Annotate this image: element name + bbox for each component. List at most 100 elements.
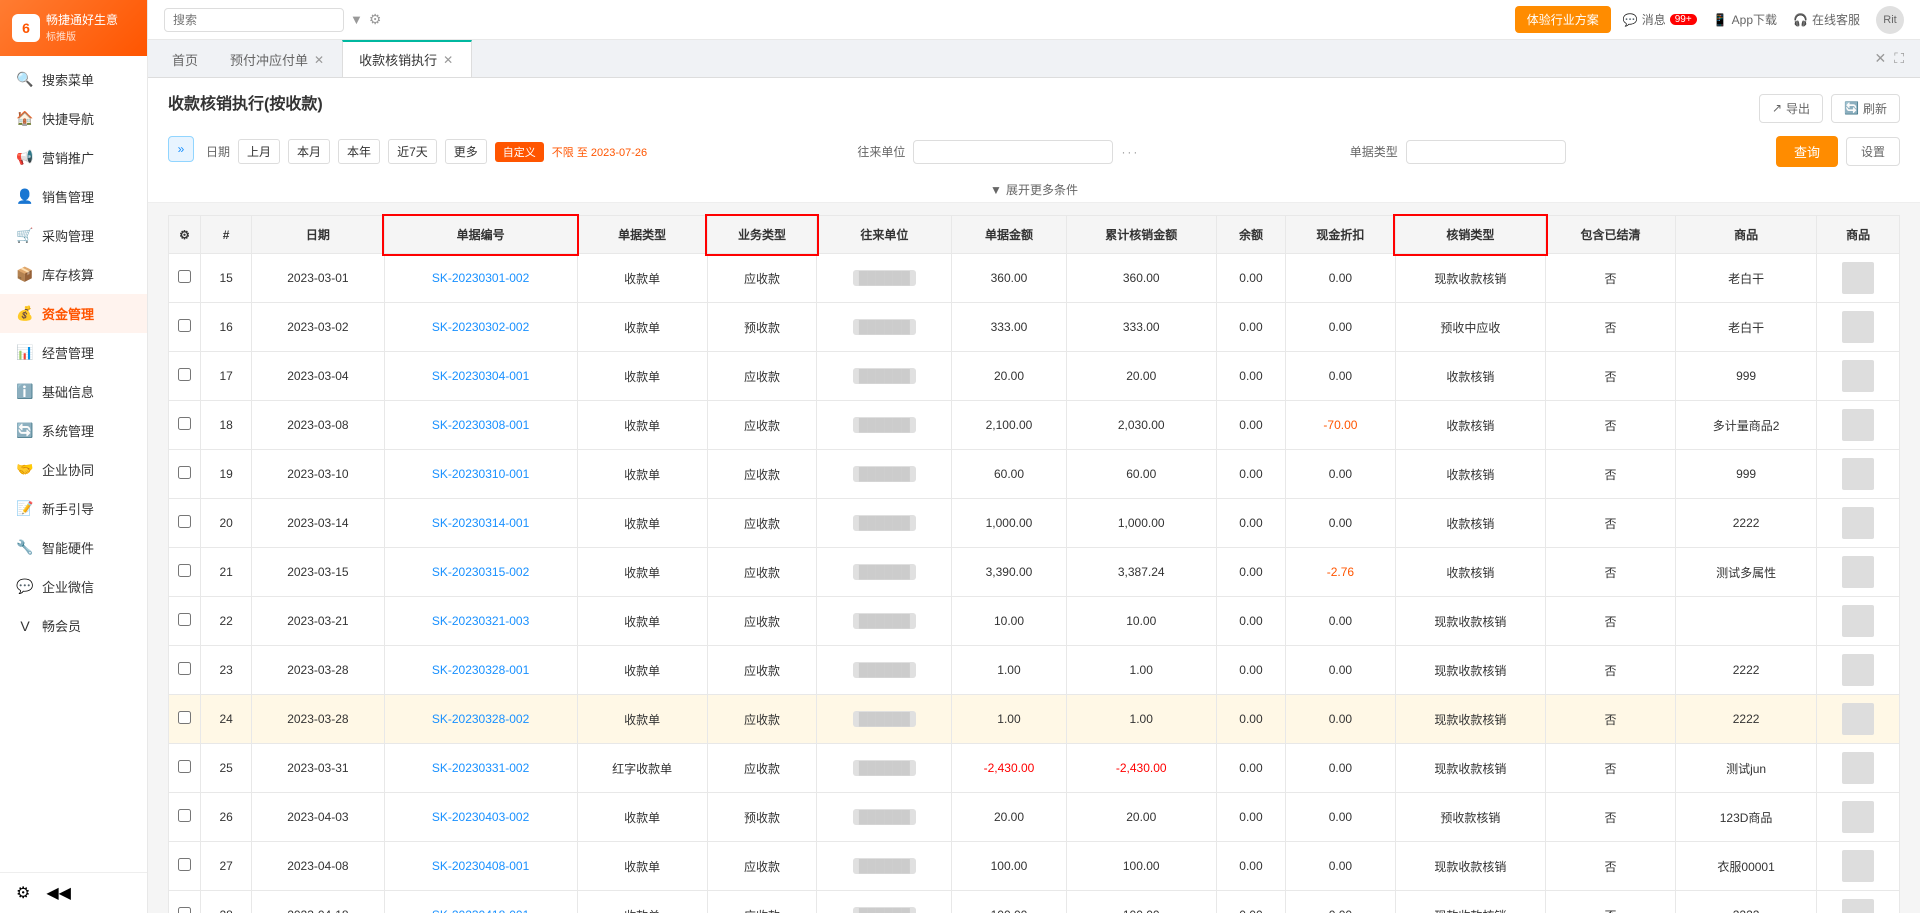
sidebar-item-member[interactable]: V 畅会员 <box>0 606 147 645</box>
sidebar-item-wechat[interactable]: 💬 企业微信 <box>0 567 147 606</box>
row-checkbox[interactable] <box>178 319 191 332</box>
cell-doc-no[interactable]: SK-20230408-001 <box>384 842 577 891</box>
cell-checkbox[interactable] <box>169 548 201 597</box>
collapse-icon[interactable]: ◀◀ <box>46 883 71 903</box>
cell-checkbox[interactable] <box>169 891 201 913</box>
sidebar-item-operations[interactable]: 📊 经营管理 <box>0 333 147 372</box>
sidebar-item-sales[interactable]: 👤 销售管理 <box>0 177 147 216</box>
row-checkbox[interactable] <box>178 466 191 479</box>
settings-icon[interactable]: ⚙ <box>369 11 382 28</box>
setting-button[interactable]: 设置 <box>1846 137 1900 166</box>
sidebar-item-hardware[interactable]: 🔧 智能硬件 <box>0 528 147 567</box>
sidebar-item-inventory[interactable]: 📦 库存核算 <box>0 255 147 294</box>
doc-no-link[interactable]: SK-20230321-003 <box>432 614 529 628</box>
doc-no-link[interactable]: SK-20230408-001 <box>432 859 529 873</box>
tab-receipt-writeoff[interactable]: 收款核销执行 ✕ <box>342 40 472 77</box>
doc-no-link[interactable]: SK-20230418-001 <box>432 908 529 913</box>
cell-doc-no[interactable]: SK-20230321-003 <box>384 597 577 646</box>
cell-checkbox[interactable] <box>169 401 201 450</box>
cell-checkbox[interactable] <box>169 254 201 303</box>
cell-doc-no[interactable]: SK-20230302-002 <box>384 303 577 352</box>
message-action[interactable]: 💬 消息 99+ <box>1623 11 1697 28</box>
settings-gear-icon[interactable]: ⚙ <box>16 883 30 903</box>
row-checkbox[interactable] <box>178 368 191 381</box>
filter-expand-button[interactable]: » <box>168 136 194 162</box>
doc-no-link[interactable]: SK-20230315-002 <box>432 565 529 579</box>
sidebar-item-purchase[interactable]: 🛒 采购管理 <box>0 216 147 255</box>
company-filter-input[interactable] <box>913 140 1113 164</box>
tab-receipt-close-icon[interactable]: ✕ <box>441 53 455 67</box>
cell-checkbox[interactable] <box>169 499 201 548</box>
row-checkbox[interactable] <box>178 907 191 913</box>
tab-prepay-invoice[interactable]: 预付冲应付单 ✕ <box>214 40 342 77</box>
cell-doc-no[interactable]: SK-20230304-001 <box>384 352 577 401</box>
cell-doc-no[interactable]: SK-20230418-001 <box>384 891 577 913</box>
doc-no-link[interactable]: SK-20230308-001 <box>432 418 529 432</box>
cell-checkbox[interactable] <box>169 646 201 695</box>
cell-doc-no[interactable]: SK-20230301-002 <box>384 254 577 303</box>
filter-date-this-month[interactable]: 本月 <box>288 139 330 164</box>
cell-doc-no[interactable]: SK-20230328-002 <box>384 695 577 744</box>
doc-no-link[interactable]: SK-20230403-002 <box>432 810 529 824</box>
online-support-action[interactable]: 🎧 在线客服 <box>1793 11 1860 28</box>
export-button[interactable]: ↗ 导出 <box>1759 94 1823 123</box>
cell-checkbox[interactable] <box>169 303 201 352</box>
cell-doc-no[interactable]: SK-20230314-001 <box>384 499 577 548</box>
sidebar-item-quick-nav[interactable]: 🏠 快捷导航 <box>0 99 147 138</box>
filter-date-last-month[interactable]: 上月 <box>238 139 280 164</box>
row-checkbox[interactable] <box>178 515 191 528</box>
tab-home[interactable]: 首页 <box>156 40 214 77</box>
expand-more-conditions[interactable]: ▼ 展开更多条件 <box>168 177 1900 202</box>
company-filter-dots[interactable]: ··· <box>1121 145 1139 159</box>
sidebar-item-guide[interactable]: 📝 新手引导 <box>0 489 147 528</box>
receipt-type-select[interactable] <box>1406 140 1566 164</box>
column-settings-icon[interactable]: ⚙ <box>179 228 190 242</box>
row-checkbox[interactable] <box>178 417 191 430</box>
filter-custom-badge[interactable]: 自定义 <box>495 142 544 162</box>
cell-checkbox[interactable] <box>169 842 201 891</box>
tab-expand-icon[interactable]: ⛶ <box>1894 50 1904 67</box>
row-checkbox[interactable] <box>178 711 191 724</box>
row-checkbox[interactable] <box>178 564 191 577</box>
cell-checkbox[interactable] <box>169 352 201 401</box>
cell-checkbox[interactable] <box>169 597 201 646</box>
industry-solution-button[interactable]: 体验行业方案 <box>1515 6 1611 33</box>
doc-no-link[interactable]: SK-20230331-002 <box>432 761 529 775</box>
doc-no-link[interactable]: SK-20230310-001 <box>432 467 529 481</box>
cell-checkbox[interactable] <box>169 695 201 744</box>
doc-no-link[interactable]: SK-20230328-001 <box>432 663 529 677</box>
tab-prepay-close-icon[interactable]: ✕ <box>312 53 326 67</box>
cell-doc-no[interactable]: SK-20230310-001 <box>384 450 577 499</box>
doc-no-link[interactable]: SK-20230328-002 <box>432 712 529 726</box>
sidebar-item-system[interactable]: 🔄 系统管理 <box>0 411 147 450</box>
doc-no-link[interactable]: SK-20230314-001 <box>432 516 529 530</box>
sidebar-item-basic-info[interactable]: ℹ️ 基础信息 <box>0 372 147 411</box>
row-checkbox[interactable] <box>178 760 191 773</box>
refresh-button[interactable]: 🔄 刷新 <box>1831 94 1900 123</box>
row-checkbox[interactable] <box>178 662 191 675</box>
row-checkbox[interactable] <box>178 809 191 822</box>
query-button[interactable]: 查询 <box>1776 136 1838 167</box>
app-download-action[interactable]: 📱 App下载 <box>1713 11 1777 28</box>
doc-no-link[interactable]: SK-20230302-002 <box>432 320 529 334</box>
row-checkbox[interactable] <box>178 613 191 626</box>
doc-no-link[interactable]: SK-20230304-001 <box>432 369 529 383</box>
sidebar-item-finance[interactable]: 💰 资金管理 <box>0 294 147 333</box>
cell-doc-no[interactable]: SK-20230308-001 <box>384 401 577 450</box>
cell-doc-no[interactable]: SK-20230403-002 <box>384 793 577 842</box>
row-checkbox[interactable] <box>178 270 191 283</box>
tab-close-all-icon[interactable]: ✕ <box>1874 50 1886 67</box>
filter-date-7days[interactable]: 近7天 <box>388 139 437 164</box>
row-checkbox[interactable] <box>178 858 191 871</box>
cell-doc-no[interactable]: SK-20230315-002 <box>384 548 577 597</box>
sidebar-item-search[interactable]: 🔍 搜索菜单 <box>0 60 147 99</box>
sidebar-item-marketing[interactable]: 📢 营销推广 <box>0 138 147 177</box>
filter-date-more[interactable]: 更多 <box>445 139 487 164</box>
sidebar-item-enterprise[interactable]: 🤝 企业协同 <box>0 450 147 489</box>
cell-checkbox[interactable] <box>169 450 201 499</box>
cell-doc-no[interactable]: SK-20230331-002 <box>384 744 577 793</box>
col-settings[interactable]: ⚙ <box>169 216 201 254</box>
user-avatar[interactable]: Rit <box>1876 6 1904 34</box>
search-input[interactable] <box>164 8 344 32</box>
cell-doc-no[interactable]: SK-20230328-001 <box>384 646 577 695</box>
